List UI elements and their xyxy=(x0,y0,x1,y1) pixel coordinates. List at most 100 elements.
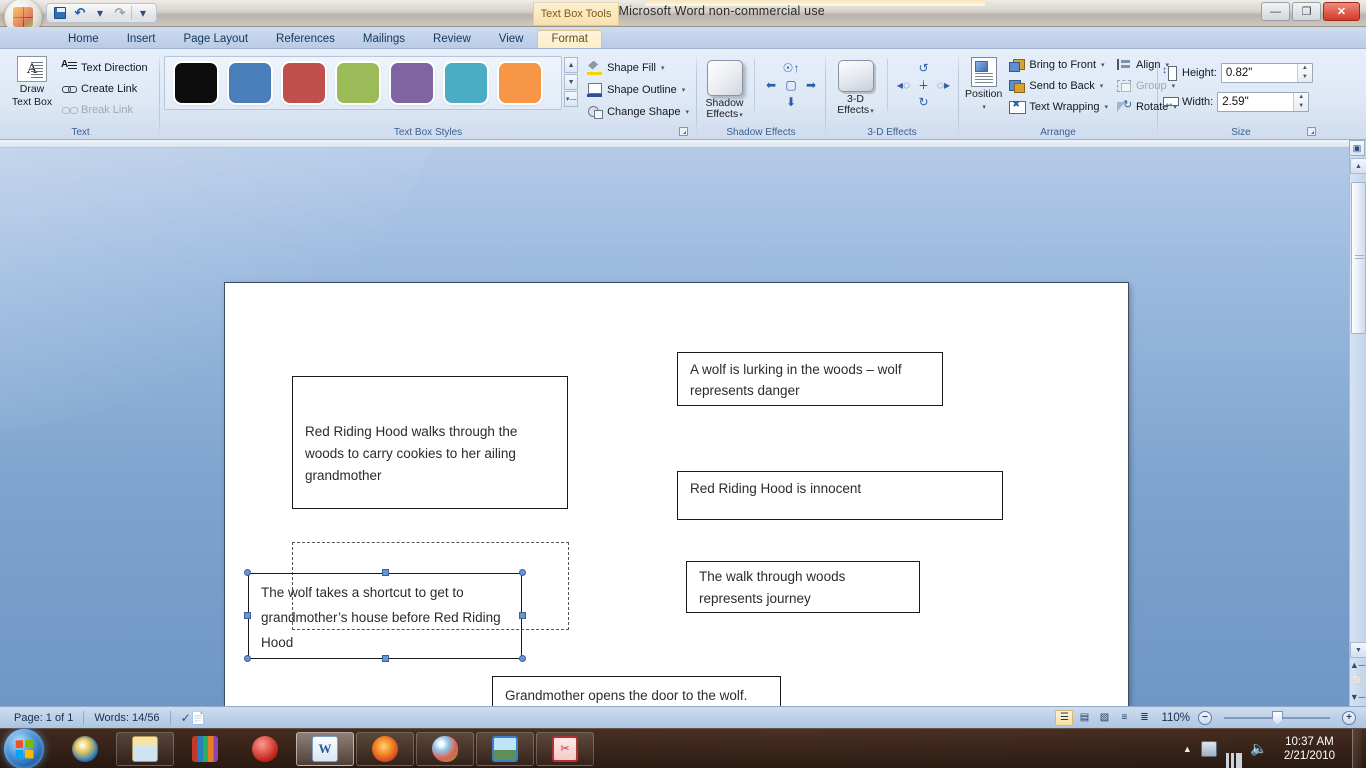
text-wrapping-button[interactable]: Text Wrapping ▾ xyxy=(1006,96,1111,117)
resize-handle-bottom-center[interactable] xyxy=(382,655,389,662)
textbox-red-riding-hood-innocent[interactable]: Red Riding Hood is innocent xyxy=(677,471,1003,520)
tab-format[interactable]: Format xyxy=(537,30,602,48)
tab-mailings[interactable]: Mailings xyxy=(349,30,419,48)
page-indicator[interactable]: Page: 1 of 1 xyxy=(4,709,83,727)
tab-references[interactable]: References xyxy=(262,30,349,48)
position-button[interactable]: Position ▾ xyxy=(963,54,1004,116)
tilt-down-button[interactable]: ↻ xyxy=(918,95,928,109)
tab-insert[interactable]: Insert xyxy=(113,30,170,48)
width-stepper[interactable]: ▲▼ xyxy=(1217,91,1310,112)
taskbar-photo-viewer[interactable] xyxy=(476,731,534,766)
tilt-up-button[interactable]: ↺ xyxy=(918,61,928,75)
zoom-in-button[interactable]: + xyxy=(1342,710,1356,725)
height-stepper[interactable]: ▲▼ xyxy=(1220,62,1313,83)
tab-page-layout[interactable]: Page Layout xyxy=(169,30,262,48)
clock[interactable]: 10:37 AM 2/21/2010 xyxy=(1276,735,1343,763)
resize-handle-top-left[interactable] xyxy=(244,569,251,576)
style-swatch-2[interactable] xyxy=(229,63,271,103)
create-link-button[interactable]: Create Link xyxy=(58,78,151,99)
textbox-red-riding-hood-walks[interactable]: Red Riding Hood walks through the woods … xyxy=(292,376,568,509)
resize-handle-middle-left[interactable] xyxy=(244,612,251,619)
shadow-nudge-up-button[interactable]: ☉↑ xyxy=(783,61,800,75)
zoom-slider[interactable] xyxy=(1212,710,1342,725)
style-swatch-1[interactable] xyxy=(175,63,217,103)
word-count[interactable]: Words: 14/56 xyxy=(84,709,169,727)
taskbar-microsoft-word[interactable]: W xyxy=(296,731,354,766)
tab-view[interactable]: View xyxy=(485,30,538,48)
gallery-more-button[interactable]: ▾— xyxy=(564,91,579,107)
tab-home[interactable]: Home xyxy=(54,30,113,48)
taskbar-media-library[interactable] xyxy=(176,732,234,766)
full-screen-reading-view-button[interactable]: ▤ xyxy=(1075,710,1093,726)
taskbar-internet-explorer[interactable] xyxy=(56,732,114,766)
shadow-nudge-left-button[interactable]: ⬅ xyxy=(766,78,776,92)
previous-page-button[interactable]: ▲─ xyxy=(1350,657,1365,672)
signal-icon[interactable] xyxy=(1225,752,1242,768)
taskbar-app-red[interactable] xyxy=(236,732,294,766)
taskbar-snipping-tool[interactable]: ✂ xyxy=(536,731,594,766)
style-swatch-7[interactable] xyxy=(499,63,541,103)
minimize-button[interactable]: — xyxy=(1261,2,1290,21)
style-swatch-6[interactable] xyxy=(445,63,487,103)
resize-handle-top-center[interactable] xyxy=(382,569,389,576)
style-swatch-3[interactable] xyxy=(283,63,325,103)
shadow-nudge-right-button[interactable]: ➡ xyxy=(806,78,816,92)
scroll-up-button[interactable]: ▲ xyxy=(1350,158,1366,174)
gallery-scroll-down-button[interactable]: ▼ xyxy=(564,74,579,90)
close-button[interactable]: ✕ xyxy=(1323,2,1360,21)
width-input[interactable] xyxy=(1218,92,1294,111)
network-icon[interactable] xyxy=(1200,740,1217,757)
next-page-button[interactable]: ▼─ xyxy=(1350,689,1365,704)
select-browse-object-dot[interactable]: ⚪ xyxy=(1350,673,1365,688)
3d-effects-button[interactable]: 3-D Effects▾ xyxy=(831,57,881,120)
scrollbar-thumb[interactable] xyxy=(1351,182,1366,334)
proofing-status-button[interactable]: ✓📄 xyxy=(171,709,216,727)
textbox-wolf-lurking[interactable]: A wolf is lurking in the woods – wolf re… xyxy=(677,352,943,406)
resize-handle-top-right[interactable] xyxy=(519,569,526,576)
width-spinner-arrows[interactable]: ▲ ▼ xyxy=(1293,92,1309,111)
style-swatch-4[interactable] xyxy=(337,63,379,103)
text-box-styles-gallery[interactable] xyxy=(164,56,563,110)
text-box-styles-dialog-launcher[interactable] xyxy=(679,127,688,136)
height-input[interactable] xyxy=(1221,63,1297,82)
taskbar-windows-explorer[interactable] xyxy=(116,731,174,766)
resize-handle-bottom-left[interactable] xyxy=(244,655,251,662)
show-desktop-button[interactable] xyxy=(1352,728,1362,768)
restore-button[interactable]: ❐ xyxy=(1292,2,1321,21)
shadow-nudge-down-button[interactable]: ⬇ xyxy=(786,95,796,109)
style-swatch-5[interactable] xyxy=(391,63,433,103)
web-layout-view-button[interactable]: ▧ xyxy=(1095,710,1113,726)
zoom-slider-thumb[interactable] xyxy=(1272,710,1283,725)
draw-text-box-button[interactable]: A Draw Text Box xyxy=(6,53,58,111)
draft-view-button[interactable]: ≣ xyxy=(1135,710,1153,726)
shape-fill-button[interactable]: Shape Fill ▾ xyxy=(584,57,692,78)
text-direction-button[interactable]: Text Direction xyxy=(58,57,151,78)
textbox-grandmother-opens-door[interactable]: Grandmother opens the door to the wolf. xyxy=(492,676,781,706)
print-layout-view-button[interactable]: ☰ xyxy=(1055,709,1074,726)
tilt-right-button[interactable]: ◌▸ xyxy=(937,78,950,92)
scroll-down-button[interactable]: ▼ xyxy=(1350,642,1366,658)
volume-icon[interactable]: 🔈 xyxy=(1250,740,1267,757)
zoom-level-label[interactable]: 110% xyxy=(1161,712,1190,724)
start-button[interactable] xyxy=(4,728,44,768)
height-spinner-arrows[interactable]: ▲ ▼ xyxy=(1296,63,1312,82)
document-page[interactable]: Red Riding Hood walks through the woods … xyxy=(225,283,1128,706)
taskbar-firefox[interactable] xyxy=(356,731,414,766)
resize-handle-bottom-right[interactable] xyxy=(519,655,526,662)
gallery-scroll-up-button[interactable]: ▲ xyxy=(564,57,579,73)
toggle-shadow-button[interactable]: ▢ xyxy=(785,78,796,92)
tilt-left-button[interactable]: ◂◌ xyxy=(897,78,910,92)
shadow-effects-button[interactable]: Shadow Effects▾ xyxy=(701,57,748,124)
select-browse-object-button[interactable]: ▣ xyxy=(1349,140,1365,156)
tab-review[interactable]: Review xyxy=(419,30,485,48)
textbox-walk-represents-journey[interactable]: The walk through woods represents journe… xyxy=(686,561,920,613)
shape-outline-button[interactable]: Shape Outline ▾ xyxy=(584,79,692,100)
taskbar-paint[interactable] xyxy=(416,731,474,766)
send-to-back-button[interactable]: Send to Back ▾ xyxy=(1006,75,1111,96)
show-hidden-icons-button[interactable]: ▲ xyxy=(1183,744,1192,754)
vertical-scrollbar[interactable]: ▣ ▲ ▼ ▲─ ⚪ ▼─ xyxy=(1349,140,1366,706)
size-dialog-launcher[interactable] xyxy=(1307,127,1316,136)
toggle-3d-button[interactable]: ∔ xyxy=(918,78,928,92)
resize-handle-middle-right[interactable] xyxy=(519,612,526,619)
bring-to-front-button[interactable]: Bring to Front ▾ xyxy=(1006,54,1111,75)
